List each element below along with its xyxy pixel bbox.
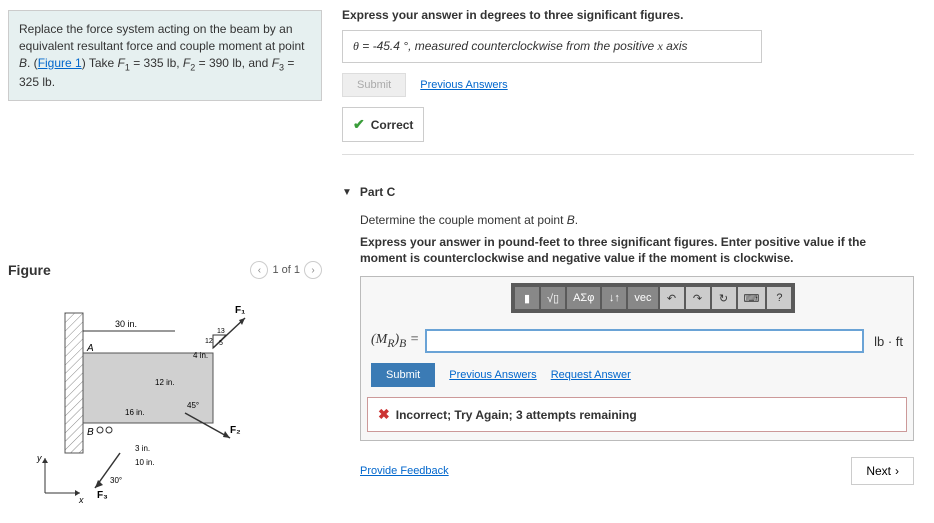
check-icon: ✔	[353, 116, 365, 133]
partb-answer-display: θ = -45.4 °, measured counterclockwise f…	[342, 30, 762, 63]
svg-text:16 in.: 16 in.	[125, 408, 145, 417]
partc-answer-input[interactable]	[425, 329, 864, 353]
figure-next-button[interactable]: ›	[304, 261, 322, 279]
formula-toolbar: ▮ √▯ ΑΣφ ↓↑ vec ↶ ↷ ↻ ⌨ ?	[511, 283, 795, 313]
next-button[interactable]: Next›	[851, 457, 914, 485]
problem-statement: Replace the force system acting on the b…	[8, 10, 322, 101]
svg-text:30 in.: 30 in.	[115, 319, 137, 329]
svg-text:B: B	[87, 427, 94, 438]
svg-text:y: y	[36, 453, 42, 463]
svg-text:5: 5	[219, 340, 223, 347]
svg-text:12 in.: 12 in.	[155, 378, 175, 387]
figure-link[interactable]: Figure 1	[38, 56, 82, 70]
tool-sqrt[interactable]: √▯	[541, 287, 565, 309]
partc-answer-box: ▮ √▯ ΑΣφ ↓↑ vec ↶ ↷ ↻ ⌨ ? (MR)B = lb	[360, 276, 914, 441]
partb-correct-feedback: ✔ Correct	[342, 107, 424, 142]
partc-previous-answers-link[interactable]: Previous Answers	[449, 369, 536, 381]
partb-previous-answers-link[interactable]: Previous Answers	[420, 79, 507, 91]
tool-template[interactable]: ▮	[515, 287, 539, 309]
collapse-icon: ▼	[342, 187, 352, 198]
svg-text:13: 13	[217, 328, 225, 335]
chevron-right-icon: ›	[895, 464, 899, 478]
figure-prev-button[interactable]: ‹	[250, 261, 268, 279]
svg-text:4 in.: 4 in.	[193, 351, 208, 360]
partc-incorrect-feedback: ✖ Incorrect; Try Again; 3 attempts remai…	[367, 397, 907, 432]
tool-greek[interactable]: ΑΣφ	[567, 287, 600, 309]
partb-instruction: Express your answer in degrees to three …	[342, 8, 914, 22]
svg-text:3 in.: 3 in.	[135, 444, 150, 453]
svg-text:12: 12	[205, 338, 213, 345]
partc-unit: lb · ft	[874, 334, 903, 349]
partc-request-answer-link[interactable]: Request Answer	[551, 369, 631, 381]
svg-text:F₂: F₂	[230, 425, 241, 436]
tool-undo[interactable]: ↶	[660, 287, 684, 309]
tool-redo[interactable]: ↷	[686, 287, 710, 309]
tool-vec[interactable]: vec	[628, 287, 657, 309]
svg-text:A: A	[86, 343, 94, 354]
svg-text:45°: 45°	[187, 401, 199, 410]
svg-text:F₃: F₃	[97, 490, 108, 501]
svg-text:x: x	[78, 495, 84, 505]
svg-text:F₁: F₁	[235, 305, 245, 316]
tool-keyboard[interactable]: ⌨	[738, 287, 766, 309]
partc-instruction: Express your answer in pound-feet to thr…	[360, 235, 914, 266]
figure-counter: 1 of 1	[272, 264, 300, 276]
figure-nav: ‹ 1 of 1 ›	[250, 261, 322, 279]
tool-help[interactable]: ?	[767, 287, 791, 309]
tool-reset[interactable]: ↻	[712, 287, 736, 309]
partc-header[interactable]: ▼ Part C	[342, 185, 914, 199]
svg-text:30°: 30°	[110, 476, 122, 485]
tool-subscript[interactable]: ↓↑	[602, 287, 626, 309]
figure-title: Figure	[8, 262, 51, 278]
partb-submit-button: Submit	[342, 73, 406, 97]
problem-text: Replace the force system acting on the b…	[19, 22, 305, 53]
provide-feedback-link[interactable]: Provide Feedback	[360, 465, 449, 477]
partc-question: Determine the couple moment at point B.	[360, 213, 914, 227]
x-icon: ✖	[378, 406, 390, 423]
partc-submit-button[interactable]: Submit	[371, 363, 435, 387]
figure-diagram: 30 in. 4 in. 12 in. 16 in. 3 in. 10 in. …	[8, 293, 322, 513]
svg-text:10 in.: 10 in.	[135, 458, 155, 467]
partc-variable-label: (MR)B =	[371, 332, 419, 350]
